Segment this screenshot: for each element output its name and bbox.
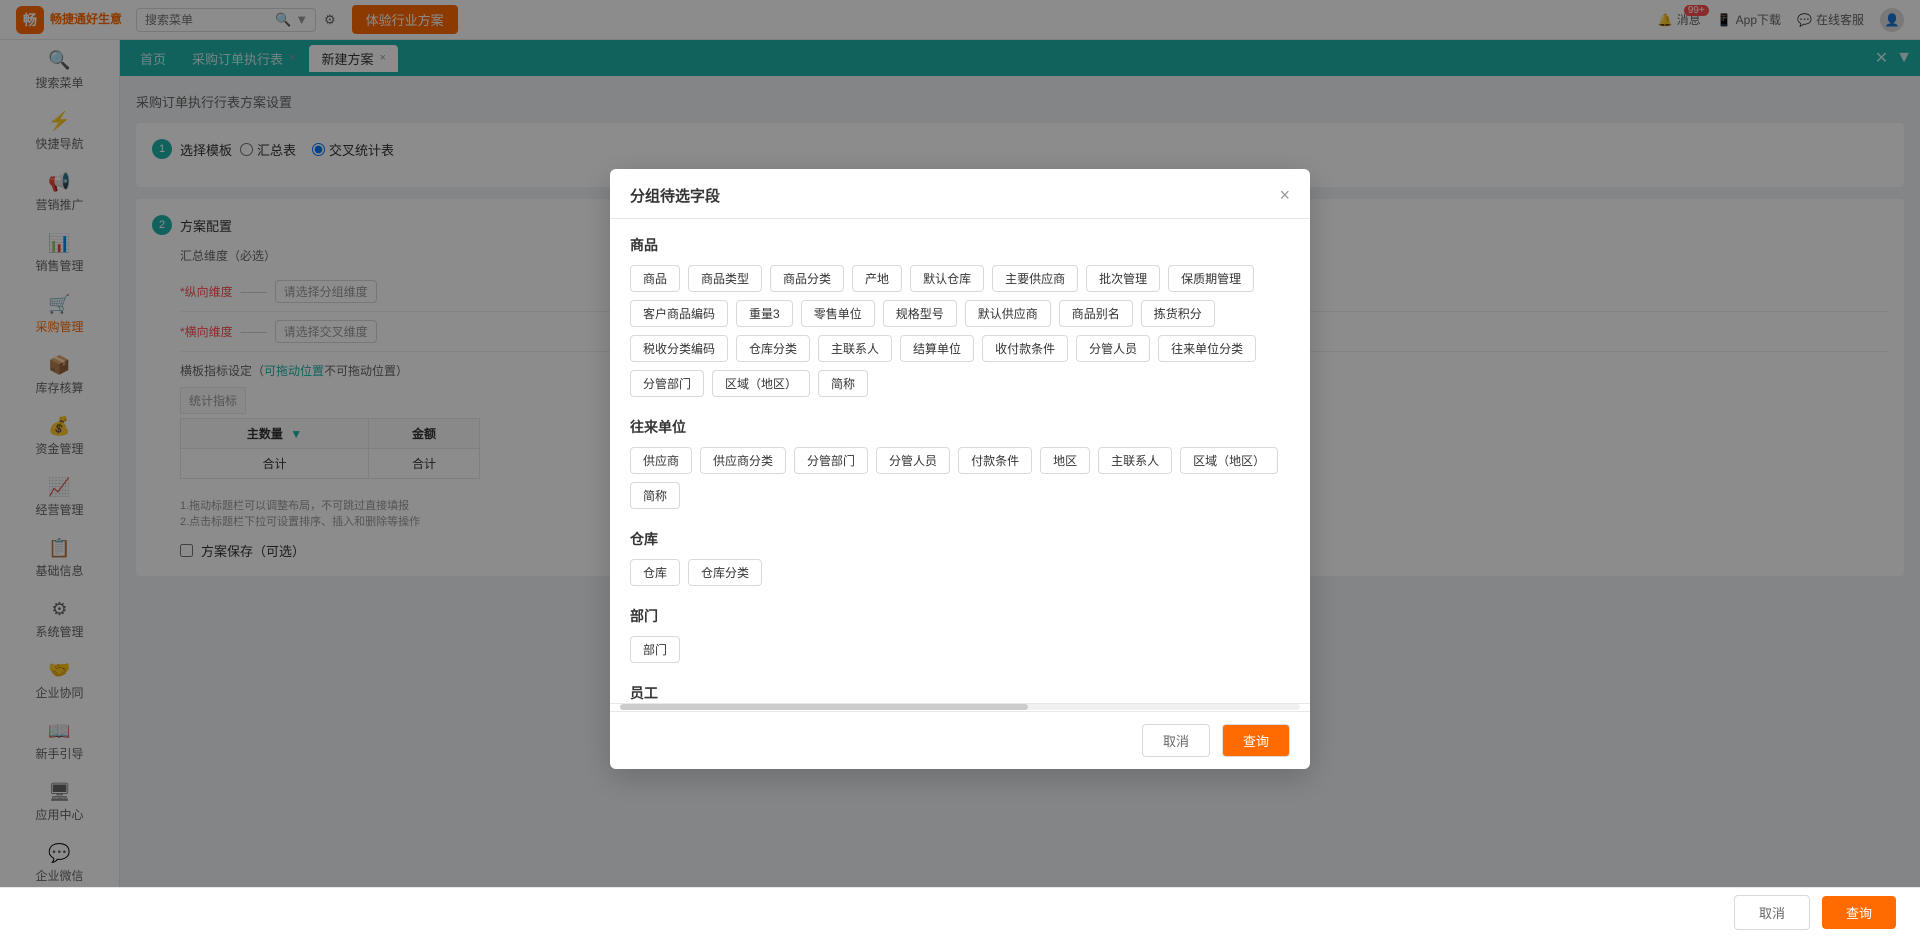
field-group-仓库: 仓库仓库仓库分类 <box>630 529 1290 586</box>
modal-cancel-btn[interactable]: 取消 <box>1142 724 1210 757</box>
field-tag[interactable]: 付款条件 <box>958 447 1032 474</box>
field-tag[interactable]: 收付款条件 <box>982 335 1068 362</box>
modal-body: 商品商品商品类型商品分类产地默认仓库主要供应商批次管理保质期管理客户商品编码重量… <box>610 219 1310 703</box>
field-tag[interactable]: 供应商 <box>630 447 692 474</box>
field-tags: 供应商供应商分类分管部门分管人员付款条件地区主联系人区域（地区） 简称 <box>630 447 1290 509</box>
field-select-modal: 分组待选字段 × 商品商品商品类型商品分类产地默认仓库主要供应商批次管理保质期管… <box>610 169 1310 769</box>
field-group-title: 往来单位 <box>630 417 1290 437</box>
field-tag[interactable]: 税收分类编码 <box>630 335 728 362</box>
field-tag[interactable]: 保质期管理 <box>1168 265 1254 292</box>
modal-header: 分组待选字段 × <box>610 169 1310 219</box>
modal-confirm-btn[interactable]: 查询 <box>1222 724 1290 757</box>
field-group-部门: 部门部门 <box>630 606 1290 663</box>
field-group-往来单位: 往来单位供应商供应商分类分管部门分管人员付款条件地区主联系人区域（地区） 简称 <box>630 417 1290 509</box>
field-tag[interactable]: 客户商品编码 <box>630 300 728 327</box>
field-group-title: 仓库 <box>630 529 1290 549</box>
field-tag[interactable]: 规格型号 <box>883 300 957 327</box>
field-tags: 商品商品类型商品分类产地默认仓库主要供应商批次管理保质期管理客户商品编码重量3 零… <box>630 265 1290 397</box>
field-tag[interactable]: 拣货积分 <box>1141 300 1215 327</box>
bottom-confirm-btn[interactable]: 查询 <box>1822 896 1896 929</box>
field-tag[interactable]: 仓库 <box>630 559 680 586</box>
modal-footer: 取消 查询 <box>610 711 1310 769</box>
bottom-cancel-btn[interactable]: 取消 <box>1734 895 1810 930</box>
field-tag[interactable]: 分管部门 <box>794 447 868 474</box>
field-tag[interactable]: 简称 <box>630 482 680 509</box>
modal-overlay: 分组待选字段 × 商品商品商品类型商品分类产地默认仓库主要供应商批次管理保质期管… <box>0 0 1920 937</box>
field-tag[interactable]: 商品别名 <box>1059 300 1133 327</box>
field-tags: 部门 <box>630 636 1290 663</box>
field-tag[interactable]: 仓库分类 <box>688 559 762 586</box>
field-tag[interactable]: 分管人员 <box>876 447 950 474</box>
field-tag[interactable]: 分管人员 <box>1076 335 1150 362</box>
field-tag[interactable]: 结算单位 <box>900 335 974 362</box>
field-group-title: 员工 <box>630 683 1290 703</box>
field-tag[interactable]: 供应商分类 <box>700 447 786 474</box>
field-group-title: 商品 <box>630 235 1290 255</box>
field-tag[interactable]: 区域（地区） <box>1180 447 1278 474</box>
field-group-title: 部门 <box>630 606 1290 626</box>
field-tag[interactable]: 仓库分类 <box>736 335 810 362</box>
field-tag[interactable]: 主要供应商 <box>992 265 1078 292</box>
field-tag[interactable]: 默认供应商 <box>965 300 1051 327</box>
modal-hscrollbar[interactable] <box>610 703 1310 711</box>
field-tag[interactable]: 默认仓库 <box>910 265 984 292</box>
field-tag[interactable]: 批次管理 <box>1086 265 1160 292</box>
modal-title: 分组待选字段 <box>630 185 720 206</box>
bottom-action-bar: 取消 查询 <box>0 887 1920 937</box>
field-tag[interactable]: 地区 <box>1040 447 1090 474</box>
modal-close-btn[interactable]: × <box>1279 185 1290 206</box>
field-tag[interactable]: 零售单位 <box>801 300 875 327</box>
field-tag[interactable]: 产地 <box>852 265 902 292</box>
field-tags: 仓库仓库分类 <box>630 559 1290 586</box>
field-tag[interactable]: 简称 <box>818 370 868 397</box>
field-tag[interactable]: 商品 <box>630 265 680 292</box>
field-tag[interactable]: 主联系人 <box>818 335 892 362</box>
field-tag[interactable]: 区域（地区） <box>712 370 810 397</box>
field-tag[interactable]: 往来单位分类 <box>1158 335 1256 362</box>
field-group-员工: 员工业务员 <box>630 683 1290 703</box>
field-tag[interactable]: 商品类型 <box>688 265 762 292</box>
field-group-商品: 商品商品商品类型商品分类产地默认仓库主要供应商批次管理保质期管理客户商品编码重量… <box>630 235 1290 397</box>
field-tag[interactable]: 商品分类 <box>770 265 844 292</box>
field-tag[interactable]: 部门 <box>630 636 680 663</box>
field-tag[interactable]: 主联系人 <box>1098 447 1172 474</box>
field-tag[interactable]: 分管部门 <box>630 370 704 397</box>
field-tag[interactable]: 重量3 <box>736 300 793 327</box>
